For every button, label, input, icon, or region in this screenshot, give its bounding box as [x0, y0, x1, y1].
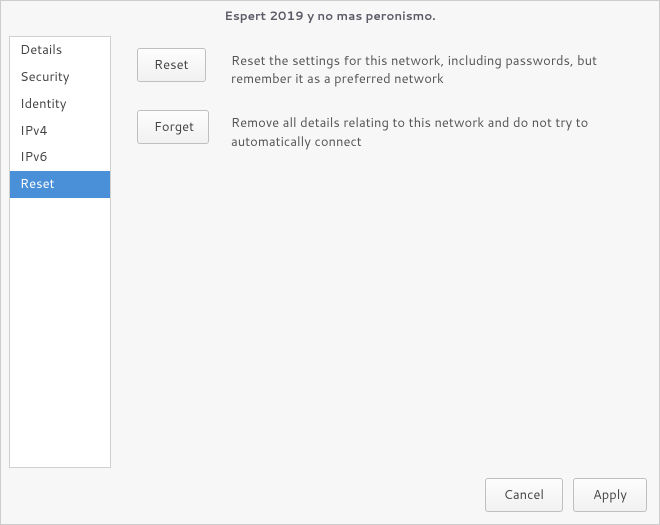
cancel-button[interactable]: Cancel [485, 478, 563, 512]
content-area: Details Security Identity IPv4 IPv6 Rese… [1, 28, 659, 468]
forget-description: Remove all details relating to this netw… [231, 110, 631, 150]
forget-button-wrap: Forget [137, 110, 209, 144]
sidebar-item-details[interactable]: Details [10, 37, 110, 64]
apply-button[interactable]: Apply [573, 478, 647, 512]
sidebar-item-identity[interactable]: Identity [10, 91, 110, 118]
network-settings-dialog: Espert 2019 y no mas peronismo. Details … [0, 0, 660, 525]
main-panel: Reset Reset the settings for this networ… [137, 36, 651, 468]
sidebar-item-label: Reset [20, 175, 55, 193]
forget-button[interactable]: Forget [137, 110, 209, 144]
sidebar-item-label: Security [20, 68, 70, 86]
reset-row: Reset Reset the settings for this networ… [137, 48, 631, 88]
forget-row: Forget Remove all details relating to th… [137, 110, 631, 150]
reset-button-wrap: Reset [137, 48, 209, 82]
sidebar-item-ipv6[interactable]: IPv6 [10, 144, 110, 171]
sidebar-item-label: Details [20, 41, 62, 59]
reset-description: Reset the settings for this network, inc… [231, 48, 631, 88]
sidebar-item-ipv4[interactable]: IPv4 [10, 118, 110, 145]
sidebar: Details Security Identity IPv4 IPv6 Rese… [9, 36, 111, 468]
sidebar-item-reset[interactable]: Reset [10, 171, 110, 198]
sidebar-item-label: Identity [20, 95, 67, 113]
sidebar-item-label: IPv4 [20, 122, 48, 140]
sidebar-item-security[interactable]: Security [10, 64, 110, 91]
window-title: Espert 2019 y no mas peronismo. [1, 1, 659, 28]
dialog-footer: Cancel Apply [1, 468, 659, 524]
sidebar-item-label: IPv6 [20, 148, 48, 166]
reset-button[interactable]: Reset [137, 48, 206, 82]
